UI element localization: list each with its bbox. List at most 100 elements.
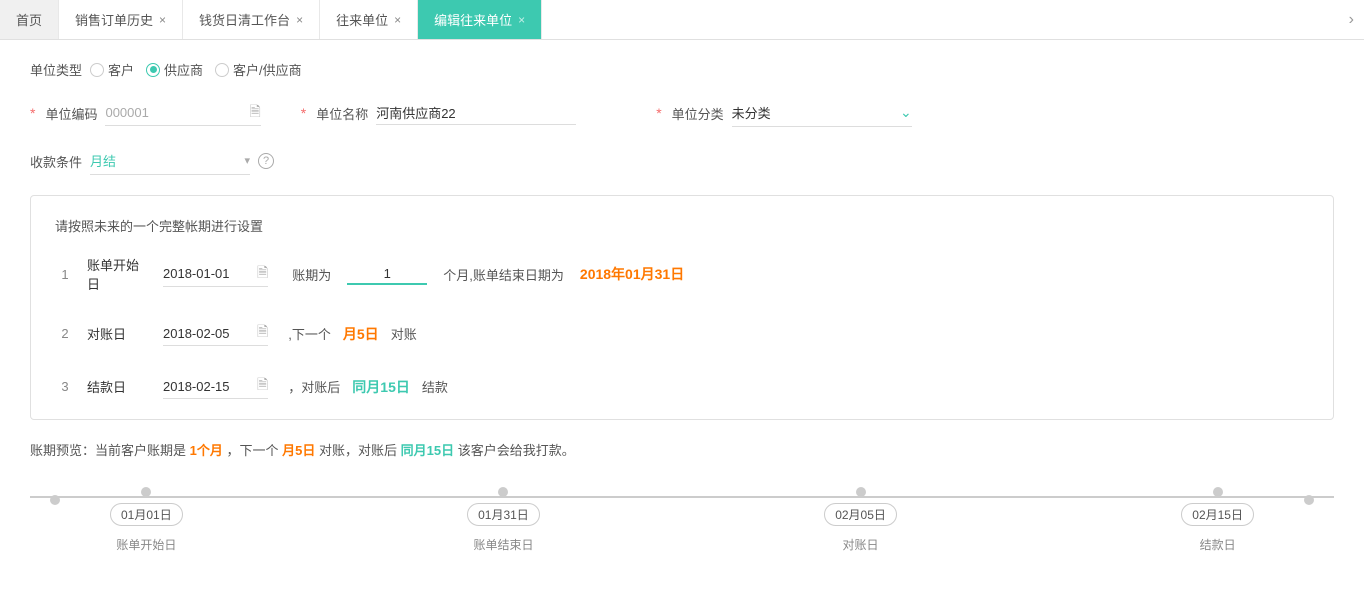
timeline-label-1: 01月01日 — [110, 503, 183, 526]
timeline-sub-4: 结款日 — [1200, 536, 1236, 553]
start-date-input[interactable] — [163, 264, 253, 283]
payment-desc-pre: ，对账后 — [288, 377, 340, 396]
radio-customer[interactable]: 客户 — [90, 60, 134, 79]
radio-supplier-circle — [146, 63, 160, 77]
tab-edit-partner-label: 编辑往来单位 — [434, 10, 512, 29]
name-star: * — [301, 105, 306, 121]
row-label-2: 对账日 — [87, 324, 151, 343]
tab-home[interactable]: 首页 — [0, 0, 59, 39]
reconcile-desc-post: 对账 — [391, 324, 417, 343]
timeline-dot-1 — [141, 487, 151, 497]
tab-edit-partner[interactable]: 编辑往来单位 × — [418, 0, 542, 39]
tab-bar: 首页 销售订单历史 × 钱货日清工作台 × 往来单位 × 编辑往来单位 × › — [0, 0, 1364, 40]
timeline-sub-2: 账单结束日 — [473, 536, 533, 553]
period-unit: 个月,账单结束日期为 — [443, 265, 564, 284]
timeline-label-2: 01月31日 — [467, 503, 540, 526]
preview-part2: ，下一个 — [227, 443, 279, 458]
reconcile-date-input[interactable] — [163, 324, 253, 343]
payment-label: 收款条件 — [30, 152, 82, 171]
unit-type-row: 单位类型 客户 供应商 客户/供应商 — [30, 60, 1334, 79]
timeline-sub-1: 账单开始日 — [116, 536, 176, 553]
tab-partners-label: 往来单位 — [336, 10, 388, 29]
timeline-dot-3 — [856, 487, 866, 497]
unit-code-label: 单位编码 — [45, 104, 97, 123]
unit-type-group: 单位类型 客户 供应商 客户/供应商 — [30, 60, 302, 79]
payment-select-value: 月结 — [90, 151, 240, 170]
timeline-label-4: 02月15日 — [1181, 503, 1254, 526]
settings-panel: 请按照未来的一个完整帐期进行设置 1 账单开始日 🗎 账期为 个月,账单结束日期… — [30, 195, 1334, 420]
start-date-calendar-icon[interactable]: 🗎 — [257, 262, 268, 286]
row-label-1: 账单开始日 — [87, 255, 151, 293]
preview-label: 账期预览：当前客户账期是 — [30, 443, 186, 458]
row-num-1: 1 — [55, 267, 75, 282]
period-end-date: 2018年01月31日 — [580, 264, 684, 284]
unit-code-input-wrap: 🗎 — [105, 101, 260, 126]
preview-part3: 月5日 — [282, 443, 315, 458]
radio-customer-label: 客户 — [108, 60, 134, 79]
payment-select[interactable]: 月结 ▾ — [90, 147, 250, 175]
timeline-dot-2 — [498, 487, 508, 497]
preview-section: 账期预览：当前客户账期是 1个月 ，下一个 月5日 对账，对账后 同月15日 该… — [30, 440, 1334, 593]
preview-part1: 1个月 — [190, 443, 223, 458]
timeline-container: 01月01日 账单开始日 01月31日 账单结束日 02月05日 对账日 — [30, 483, 1334, 593]
row-num-3: 3 — [55, 379, 75, 394]
payment-date-input[interactable] — [163, 377, 253, 396]
payment-day: 同月15日 — [352, 377, 410, 397]
radio-both-label: 客户/供应商 — [233, 60, 302, 79]
setting-row-1: 1 账单开始日 🗎 账期为 个月,账单结束日期为 2018年01月31日 — [55, 255, 1309, 293]
row-label-3: 结款日 — [87, 377, 151, 396]
tab-sales-order-close[interactable]: × — [159, 13, 166, 27]
payment-desc-post: 结款 — [422, 377, 448, 396]
tab-more-arrow[interactable]: › — [1339, 11, 1364, 29]
preview-part6: 该客户会给我打款。 — [458, 443, 575, 458]
period-label: 账期为 — [292, 265, 331, 284]
unit-name-input[interactable] — [376, 101, 576, 125]
payment-date-calendar-icon[interactable]: 🗎 — [257, 374, 268, 398]
radio-supplier[interactable]: 供应商 — [146, 60, 203, 79]
tab-partners-close[interactable]: × — [394, 13, 401, 27]
preview-text: 账期预览：当前客户账期是 1个月 ，下一个 月5日 对账，对账后 同月15日 该… — [30, 440, 1334, 459]
payment-chevron-icon: ▾ — [244, 154, 250, 167]
radio-both-circle — [215, 63, 229, 77]
unit-category-select[interactable]: 未分类 ⌄ — [732, 99, 912, 127]
radio-supplier-label: 供应商 — [164, 60, 203, 79]
tab-edit-partner-close[interactable]: × — [518, 13, 525, 27]
timeline-node-4: 02月15日 结款日 — [1181, 487, 1254, 553]
unit-info-row: * 单位编码 🗎 * 单位名称 * 单位分类 未分类 ⌄ — [30, 99, 1334, 127]
tab-sales-order[interactable]: 销售订单历史 × — [59, 0, 183, 39]
tab-partners[interactable]: 往来单位 × — [320, 0, 418, 39]
tab-cash-work-close[interactable]: × — [296, 13, 303, 27]
unit-code-group: * 单位编码 🗎 — [30, 101, 261, 126]
period-input[interactable] — [347, 264, 427, 285]
unit-code-icon[interactable]: 🗎 — [249, 101, 260, 125]
timeline-dot-4 — [1213, 487, 1223, 497]
payment-help-icon[interactable]: ? — [258, 153, 274, 169]
start-date-input-wrap: 🗎 — [163, 262, 268, 287]
tab-cash-work[interactable]: 钱货日清工作台 × — [183, 0, 320, 39]
payment-date-input-wrap: 🗎 — [163, 374, 268, 399]
reconcile-date-input-wrap: 🗎 — [163, 321, 268, 346]
panel-title: 请按照未来的一个完整帐期进行设置 — [55, 216, 1309, 235]
timeline-node-3: 02月05日 对账日 — [824, 487, 897, 553]
timeline-nodes: 01月01日 账单开始日 01月31日 账单结束日 02月05日 对账日 — [50, 487, 1314, 553]
timeline-start-dot — [50, 495, 60, 505]
category-chevron-icon: ⌄ — [900, 104, 912, 121]
payment-row: 收款条件 月结 ▾ ? — [30, 147, 1334, 175]
unit-type-label: 单位类型 — [30, 60, 82, 79]
unit-code-input[interactable] — [105, 101, 245, 124]
reconcile-date-calendar-icon[interactable]: 🗎 — [257, 321, 268, 345]
preview-part5: 同月15日 — [401, 443, 454, 458]
reconcile-desc-pre: ,下一个 — [288, 324, 331, 343]
unit-name-label: 单位名称 — [316, 104, 368, 123]
radio-customer-circle — [90, 63, 104, 77]
unit-category-label: 单位分类 — [672, 104, 724, 123]
setting-row-3: 3 结款日 🗎 ，对账后 同月15日 结款 — [55, 374, 1309, 399]
category-star: * — [656, 105, 661, 121]
radio-both[interactable]: 客户/供应商 — [215, 60, 302, 79]
preview-part4: 对账，对账后 — [319, 443, 397, 458]
setting-row-2: 2 对账日 🗎 ,下一个 月5日 对账 — [55, 321, 1309, 346]
timeline-sub-3: 对账日 — [843, 536, 879, 553]
timeline-node-1: 01月01日 账单开始日 — [110, 487, 183, 553]
tab-sales-order-label: 销售订单历史 — [75, 10, 153, 29]
code-star: * — [30, 105, 35, 121]
